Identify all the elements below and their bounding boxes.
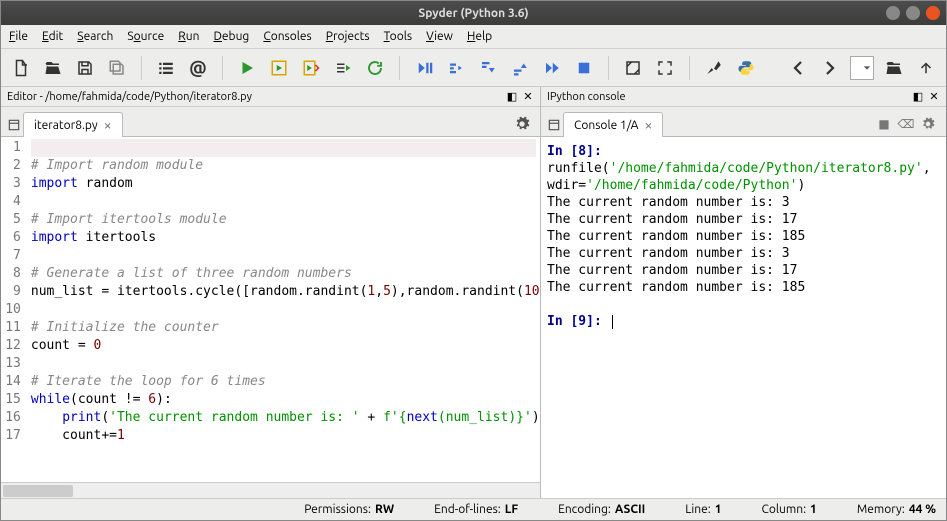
pane-close-icon[interactable]: ✕ (522, 91, 534, 103)
open-file-icon[interactable] (41, 56, 65, 80)
preferences-icon[interactable] (702, 56, 726, 80)
hscroll-thumb[interactable] (3, 485, 73, 497)
status-permissions: Permissions:RW (304, 503, 394, 516)
debug-play-pause-icon[interactable] (412, 56, 436, 80)
editor-pane-title: Editor - /home/fahmida/code/Python/itera… (7, 91, 252, 103)
console-tab-label: Console 1/A (574, 119, 638, 132)
status-encoding: Encoding:ASCII (558, 503, 645, 516)
step-over-icon[interactable] (444, 56, 468, 80)
console-tab-list-icon[interactable] (545, 118, 563, 132)
back-icon[interactable] (786, 56, 810, 80)
new-file-icon[interactable] (9, 56, 33, 80)
console-close-icon[interactable]: ✕ (928, 91, 940, 103)
rerun-icon[interactable] (363, 56, 387, 80)
python-path-icon[interactable] (734, 56, 758, 80)
save-icon[interactable] (73, 56, 97, 80)
console-pane-title: IPython console (547, 91, 626, 103)
status-memory: Memory:44 % (857, 503, 936, 516)
continue-icon[interactable] (540, 56, 564, 80)
line-gutter: 1234567891011121314151617 (1, 137, 27, 482)
status-eol: End-of-lines:LF (434, 503, 518, 516)
run-cell-icon[interactable] (267, 56, 291, 80)
editor-pane-header: Editor - /home/fahmida/code/Python/itera… (1, 87, 540, 107)
statusbar: Permissions:RW End-of-lines:LF Encoding:… (1, 498, 946, 520)
console-output[interactable]: In [8]: runfile('/home/fahmida/code/Pyth… (541, 137, 946, 498)
minimize-button[interactable] (886, 6, 900, 20)
menu-consoles[interactable]: Consoles (263, 30, 311, 43)
status-column: Column:1 (762, 503, 817, 516)
save-all-icon[interactable] (105, 56, 129, 80)
editor-tab-label: iterator8.py (34, 119, 98, 132)
toolbar: @ (1, 49, 946, 87)
run-selection-icon[interactable] (331, 56, 355, 80)
maximize-pane-icon[interactable] (621, 56, 645, 80)
list-icon[interactable] (154, 56, 178, 80)
working-dir-dropdown[interactable] (850, 56, 874, 80)
maximize-button[interactable] (906, 6, 920, 20)
menu-projects[interactable]: Projects (326, 30, 370, 43)
console-tabbar: Console 1/A × ■ ⌫ (541, 107, 946, 137)
tab-list-icon[interactable] (5, 118, 23, 132)
parent-dir-icon[interactable] (914, 56, 938, 80)
menu-tools[interactable]: Tools (384, 30, 413, 43)
code-editor[interactable]: 1234567891011121314151617 # Import rando… (1, 137, 540, 482)
titlebar: Spyder (Python 3.6) (1, 1, 946, 25)
console-pane: IPython console ◧ ✕ Console 1/A × ■ ⌫ In… (541, 87, 946, 498)
browse-dir-icon[interactable] (882, 56, 906, 80)
menu-run[interactable]: Run (178, 30, 199, 43)
step-into-icon[interactable] (476, 56, 500, 80)
stop-icon[interactable] (572, 56, 596, 80)
editor-tab[interactable]: iterator8.py × (23, 112, 123, 137)
at-icon[interactable]: @ (186, 56, 210, 80)
editor-options-icon[interactable] (514, 116, 530, 132)
menubar: File Edit Search Source Run Debug Consol… (1, 25, 946, 49)
menu-edit[interactable]: Edit (42, 30, 63, 43)
code-content[interactable]: # Import random module import random # I… (27, 137, 540, 482)
step-out-icon[interactable] (508, 56, 532, 80)
main-area: Editor - /home/fahmida/code/Python/itera… (1, 87, 946, 498)
clear-console-icon[interactable]: ⌫ (898, 116, 914, 132)
menu-source[interactable]: Source (127, 30, 164, 43)
console-tab-close-icon[interactable]: × (644, 117, 652, 133)
console-options-icon[interactable] (920, 116, 936, 132)
console-undock-icon[interactable]: ◧ (912, 91, 924, 103)
menu-debug[interactable]: Debug (213, 30, 249, 43)
window-title: Spyder (Python 3.6) (418, 7, 528, 20)
forward-icon[interactable] (818, 56, 842, 80)
editor-tabbar: iterator8.py × (1, 107, 540, 137)
run-cell-advance-icon[interactable] (299, 56, 323, 80)
run-icon[interactable] (235, 56, 259, 80)
tab-close-icon[interactable]: × (104, 117, 112, 133)
menu-help[interactable]: Help (467, 30, 492, 43)
menu-view[interactable]: View (426, 30, 453, 43)
editor-hscrollbar[interactable] (1, 482, 540, 498)
interrupt-kernel-icon[interactable]: ■ (876, 116, 892, 132)
pane-undock-icon[interactable]: ◧ (506, 91, 518, 103)
status-line: Line:1 (685, 503, 721, 516)
menu-search[interactable]: Search (77, 30, 113, 43)
menu-file[interactable]: File (9, 30, 28, 43)
console-tab[interactable]: Console 1/A × (563, 112, 663, 137)
editor-pane: Editor - /home/fahmida/code/Python/itera… (1, 87, 541, 498)
console-pane-header: IPython console ◧ ✕ (541, 87, 946, 107)
close-button[interactable] (926, 6, 940, 20)
fullscreen-icon[interactable] (653, 56, 677, 80)
